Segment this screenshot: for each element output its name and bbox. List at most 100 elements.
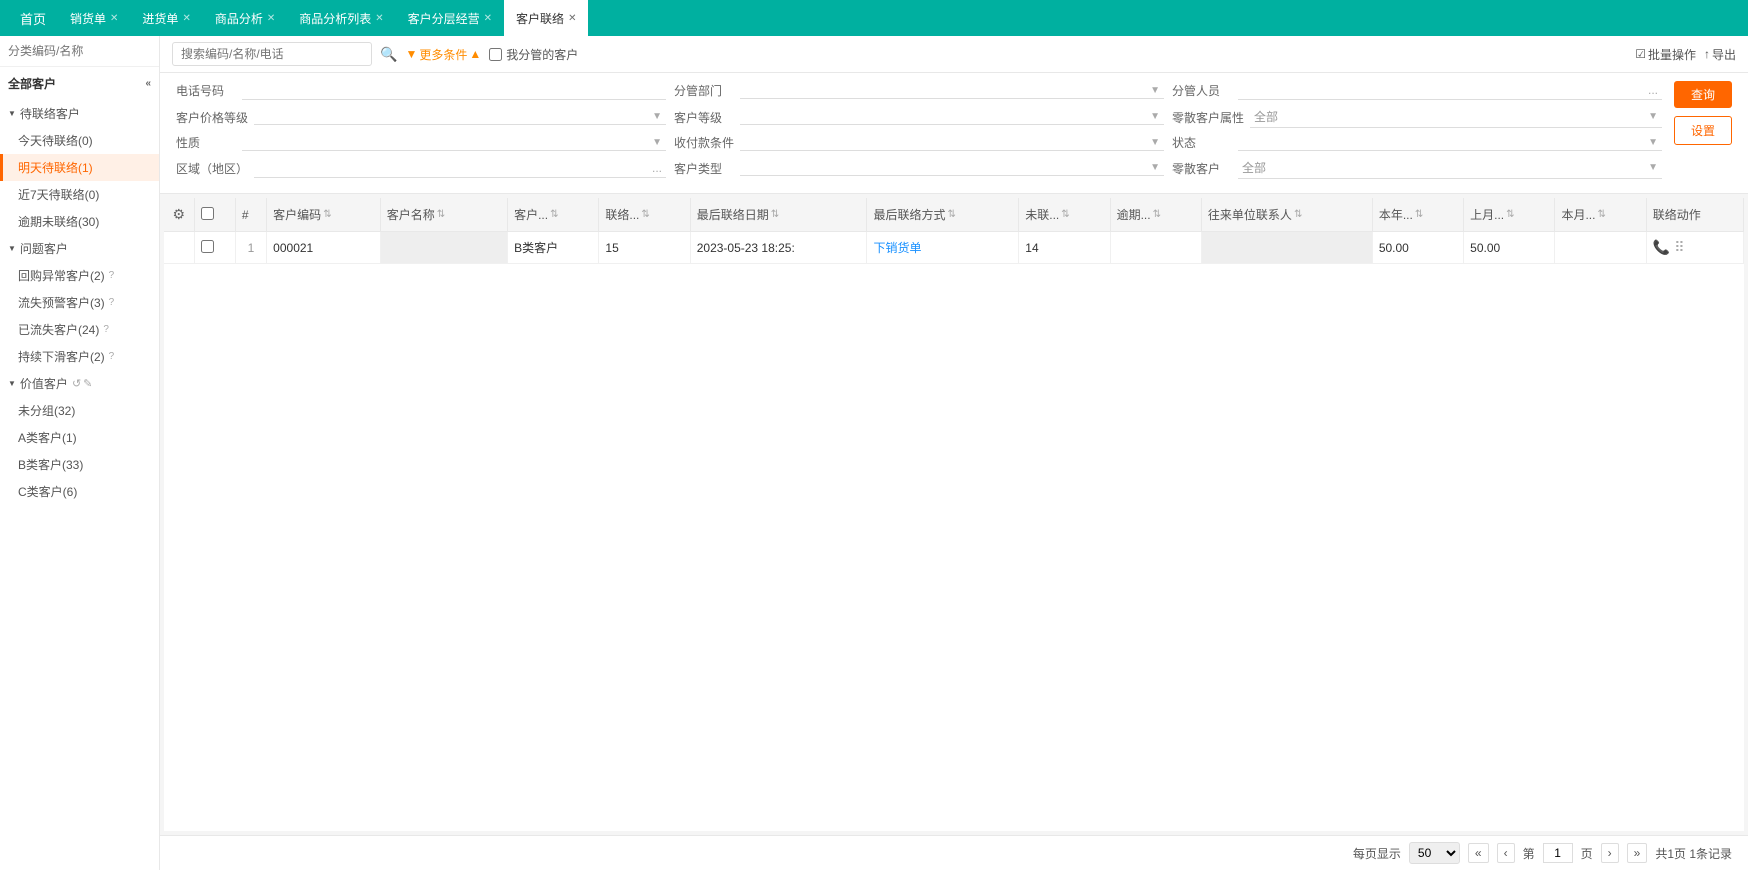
sort-icon-unit-contact[interactable]: ⇅	[1294, 209, 1302, 220]
nav-close-analysis[interactable]: ✕	[267, 13, 275, 24]
group-problem[interactable]: ▼ 问题客户	[0, 235, 159, 262]
col-unlinked[interactable]: 未联... ⇅	[1019, 198, 1110, 232]
sidebar-item-declining[interactable]: 持续下滑客户(2) ?	[0, 343, 159, 370]
nav-close-sales[interactable]: ✕	[110, 13, 118, 24]
nav-close-customer-contact[interactable]: ✕	[568, 13, 576, 24]
status-select[interactable]: ▼	[1238, 135, 1662, 151]
last-page-button[interactable]: »	[1627, 843, 1648, 863]
nav-close-customer-tier[interactable]: ✕	[484, 13, 492, 24]
batch-op-button[interactable]: ☑ 批量操作	[1635, 46, 1696, 63]
col-name[interactable]: 客户名称 ⇅	[380, 198, 507, 232]
help-icon-4[interactable]: ?	[109, 351, 115, 362]
col-last-month[interactable]: 上月... ⇅	[1464, 198, 1555, 232]
sort-icon-this-year[interactable]: ⇅	[1415, 209, 1423, 220]
search-button[interactable]: 🔍	[380, 46, 397, 63]
col-code[interactable]: 客户编码 ⇅	[267, 198, 381, 232]
col-contact[interactable]: 联络... ⇅	[599, 198, 690, 232]
col-this-month[interactable]: 本月... ⇅	[1555, 198, 1646, 232]
row-settings	[164, 232, 194, 264]
col-last-method[interactable]: 最后联络方式 ⇅	[867, 198, 1019, 232]
nav-sales[interactable]: 销货单 ✕	[58, 0, 130, 36]
row-select-checkbox[interactable]	[201, 240, 214, 253]
sidebar-item-churned[interactable]: 已流失客户(24) ?	[0, 316, 159, 343]
sidebar-search-input[interactable]	[8, 44, 160, 58]
nav-close-purchase[interactable]: ✕	[182, 13, 190, 24]
query-button[interactable]: 查询	[1674, 81, 1732, 108]
sort-icon-type[interactable]: ⇅	[550, 209, 558, 220]
sidebar-item-overdue[interactable]: 逾期未联络(30)	[0, 208, 159, 235]
prev-page-button[interactable]: ‹	[1497, 843, 1515, 863]
col-settings[interactable]: ⚙	[164, 198, 194, 232]
sort-icon-contact[interactable]: ⇅	[641, 209, 649, 220]
sidebar-item-class-a[interactable]: A类客户(1)	[0, 424, 159, 451]
region-dots[interactable]: ...	[652, 161, 662, 175]
row-checkbox[interactable]	[194, 232, 235, 264]
sort-icon-name[interactable]: ⇅	[437, 209, 445, 220]
action-phone-icon[interactable]: 📞	[1653, 239, 1670, 256]
all-customers-title[interactable]: 全部客户 «	[0, 67, 159, 100]
search-input[interactable]	[172, 42, 372, 66]
nature-select[interactable]: ▼	[242, 135, 666, 151]
retail-customer-select[interactable]: 全部 ▼	[1238, 157, 1662, 179]
gear-button[interactable]: ⚙	[172, 206, 185, 223]
dept-select[interactable]: ▼	[740, 83, 1164, 99]
export-button[interactable]: ↑ 导出	[1704, 46, 1736, 63]
payment-select[interactable]: ▼	[740, 135, 1164, 151]
sort-icon-code[interactable]: ⇅	[323, 209, 331, 220]
help-icon-2[interactable]: ?	[109, 297, 115, 308]
customer-level-select[interactable]: ▼	[740, 109, 1164, 125]
manager-dots[interactable]: ...	[1648, 83, 1658, 97]
sidebar-item-repurchase-abnormal[interactable]: 回购异常客户(2) ?	[0, 262, 159, 289]
value-refresh-icon[interactable]: ↺	[72, 377, 81, 390]
nav-close-analysis-list[interactable]: ✕	[375, 13, 383, 24]
sidebar-item-7days[interactable]: 近7天待联络(0)	[0, 181, 159, 208]
sort-icon-last-month[interactable]: ⇅	[1506, 209, 1514, 220]
page-size-select[interactable]: 50 100 200	[1409, 842, 1460, 864]
row-last-method[interactable]: 下销货单	[867, 232, 1019, 264]
sidebar-item-churn-warning[interactable]: 流失预警客户(3) ?	[0, 289, 159, 316]
nav-customer-contact[interactable]: 客户联络 ✕	[504, 0, 588, 36]
nav-home[interactable]: 首页	[8, 0, 58, 36]
help-icon-3[interactable]: ?	[103, 324, 109, 335]
group-value-label: 价值客户	[20, 375, 68, 392]
col-last-date[interactable]: 最后联络日期 ⇅	[690, 198, 867, 232]
customer-type-select[interactable]: ▼	[740, 160, 1164, 176]
col-unit-contact[interactable]: 往来单位联系人 ⇅	[1201, 198, 1372, 232]
value-edit-icon[interactable]: ✎	[83, 377, 92, 390]
sidebar-item-class-b[interactable]: B类客户(33)	[0, 451, 159, 478]
page-number-input[interactable]	[1543, 843, 1573, 863]
manager-select[interactable]: ...	[1238, 81, 1662, 100]
col-type[interactable]: 客户... ⇅	[508, 198, 599, 232]
nav-purchase[interactable]: 进货单 ✕	[130, 0, 202, 36]
sort-icon-this-month[interactable]: ⇅	[1597, 209, 1605, 220]
sort-icon-last-date[interactable]: ⇅	[771, 209, 779, 220]
sidebar-item-class-c[interactable]: C类客户(6)	[0, 478, 159, 505]
nav-analysis[interactable]: 商品分析 ✕	[203, 0, 287, 36]
action-more-icon[interactable]: ⠿	[1674, 239, 1684, 256]
col-this-year[interactable]: 本年... ⇅	[1372, 198, 1463, 232]
retail-attr-select[interactable]: 全部 ▼	[1250, 106, 1662, 128]
nav-customer-tier[interactable]: 客户分层经营 ✕	[396, 0, 504, 36]
settings-button[interactable]: 设置	[1674, 116, 1732, 145]
sidebar-item-ungrouped[interactable]: 未分组(32)	[0, 397, 159, 424]
group-pending[interactable]: ▼ 待联络客户	[0, 100, 159, 127]
next-page-button[interactable]: ›	[1601, 843, 1619, 863]
sort-icon-last-method[interactable]: ⇅	[947, 209, 955, 220]
col-overdue[interactable]: 逾期... ⇅	[1110, 198, 1201, 232]
region-select[interactable]: ...	[254, 159, 666, 178]
nav-analysis-list[interactable]: 商品分析列表 ✕	[287, 0, 395, 36]
first-page-button[interactable]: «	[1468, 843, 1489, 863]
group-value[interactable]: ▼ 价值客户 ↺ ✎	[0, 370, 159, 397]
sidebar-item-tomorrow[interactable]: 明天待联络(1)	[0, 154, 159, 181]
select-all-checkbox[interactable]	[201, 207, 214, 220]
sort-icon-unlinked[interactable]: ⇅	[1061, 209, 1069, 220]
col-checkbox[interactable]	[194, 198, 235, 232]
sort-icon-overdue[interactable]: ⇅	[1153, 209, 1161, 220]
my-customers-checkbox-label[interactable]: 我分管的客户	[489, 46, 578, 63]
phone-input[interactable]	[242, 81, 666, 100]
more-conditions-button[interactable]: ▼ 更多条件 ▲	[405, 46, 481, 63]
sidebar-item-today[interactable]: 今天待联络(0)	[0, 127, 159, 154]
price-level-select[interactable]: ▼	[254, 109, 666, 125]
help-icon-1[interactable]: ?	[109, 270, 115, 281]
my-customers-checkbox[interactable]	[489, 48, 502, 61]
